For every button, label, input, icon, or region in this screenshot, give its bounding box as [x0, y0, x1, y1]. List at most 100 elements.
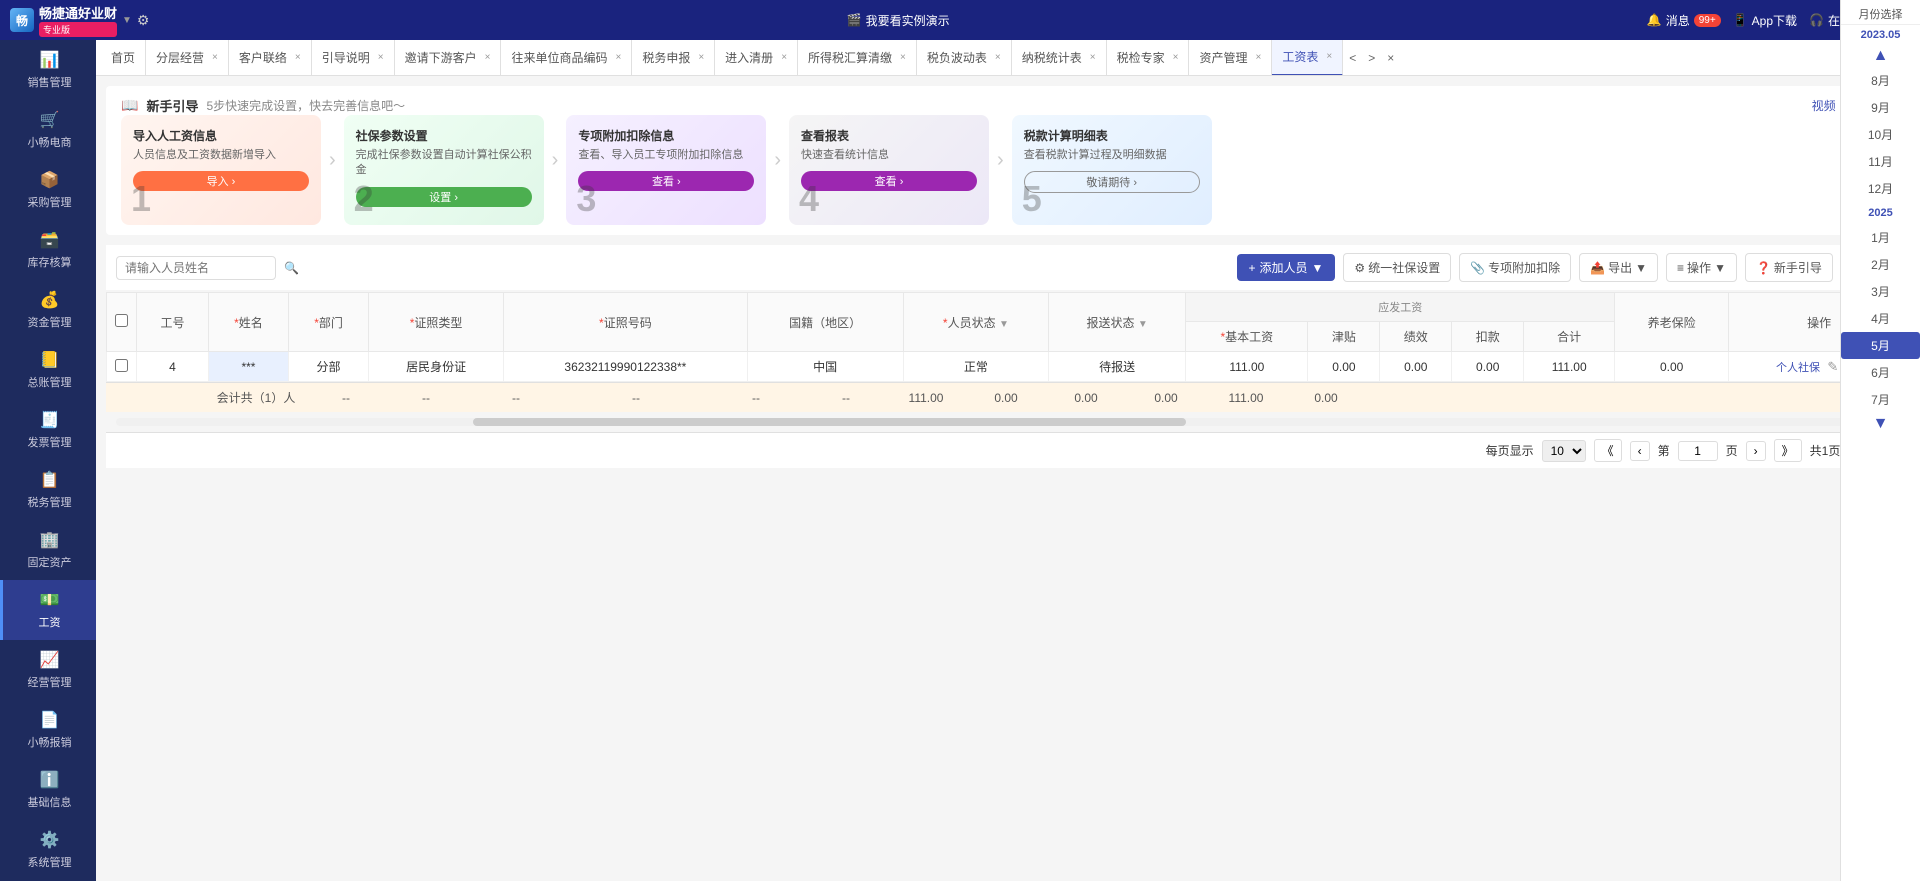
month-nav-down[interactable]: ▼ — [1871, 413, 1891, 435]
message-button[interactable]: 🔔 消息 99+ — [1647, 12, 1721, 29]
month-item-4[interactable]: 4月 — [1841, 305, 1920, 332]
tab-close-guide[interactable]: × — [378, 52, 384, 63]
tab-tax-report[interactable]: 税务申报 × — [632, 40, 715, 76]
tab-close-invite[interactable]: × — [485, 52, 491, 63]
month-item-6[interactable]: 6月 — [1841, 359, 1920, 386]
download-icon: 📱 — [1733, 13, 1748, 27]
wizard-card-3-btn[interactable]: 查看 › — [578, 171, 754, 191]
sidebar-item-system[interactable]: ⚙️ 系统管理 — [0, 820, 96, 880]
tab-close-salary-table[interactable]: × — [1326, 51, 1332, 62]
tab-close-all[interactable]: × — [1381, 51, 1400, 65]
wizard-card-2-btn[interactable]: 设置 › — [356, 187, 532, 207]
tab-close-clearance[interactable]: × — [781, 52, 787, 63]
month-item-3[interactable]: 3月 — [1841, 278, 1920, 305]
tab-product-code[interactable]: 往来单位商品编码 × — [501, 40, 632, 76]
tab-invite[interactable]: 邀请下游客户 × — [395, 40, 502, 76]
tab-close-asset-mgmt[interactable]: × — [1255, 52, 1261, 63]
next-page-btn[interactable]: › — [1746, 441, 1766, 461]
add-person-button[interactable]: + 添加人员 ▼ — [1237, 254, 1336, 281]
search-icon[interactable]: 🔍 — [284, 261, 299, 275]
guide-video-link[interactable]: 视频 — [1812, 97, 1836, 114]
sidebar-item-sales-report[interactable]: 📄 小畅报销 — [0, 700, 96, 760]
tab-guide-desc[interactable]: 引导说明 × — [312, 40, 395, 76]
tab-close-tax-expert[interactable]: × — [1173, 52, 1179, 63]
sidebar-item-inventory[interactable]: 🗃️ 库存核算 — [0, 220, 96, 280]
td-nationality: 中国 — [747, 352, 903, 382]
per-page-select[interactable]: 10 20 50 — [1542, 440, 1586, 462]
ecommerce-icon: 🛒 — [40, 110, 60, 130]
tab-tax-stat[interactable]: 纳税统计表 × — [1012, 40, 1107, 76]
th-group-salary: 应发工资 — [1186, 293, 1615, 322]
row-checkbox[interactable] — [115, 359, 128, 372]
tab-close-income-tax[interactable]: × — [900, 52, 906, 63]
sidebar-item-ecommerce[interactable]: 🛒 小畅电商 — [0, 100, 96, 160]
sidebar-item-basic[interactable]: ℹ️ 基础信息 — [0, 760, 96, 820]
app-download-button[interactable]: 📱 App下载 — [1733, 12, 1797, 29]
month-item-8[interactable]: 8月 — [1841, 76, 1920, 94]
sidebar-item-purchase[interactable]: 📦 采购管理 — [0, 160, 96, 220]
tab-salary-table[interactable]: 工资表 × — [1272, 40, 1343, 76]
settings-icon[interactable]: ⚙ — [137, 12, 150, 29]
demo-button[interactable]: 🎬 我要看实例演示 — [847, 12, 950, 29]
horizontal-scrollbar[interactable] — [116, 418, 1900, 426]
prev-page-btn[interactable]: ‹ — [1630, 441, 1650, 461]
settings-btn[interactable]: ⚙ 统一社保设置 — [1343, 253, 1451, 282]
export-btn[interactable]: 📤 导出 ▼ — [1579, 253, 1658, 282]
month-item-2[interactable]: 2月 — [1841, 251, 1920, 278]
tab-asset-mgmt[interactable]: 资产管理 × — [1189, 40, 1272, 76]
th-nationality: 国籍（地区） — [747, 293, 903, 352]
tab-nav-prev[interactable]: < — [1343, 51, 1362, 65]
last-page-btn[interactable]: 》 — [1774, 439, 1802, 462]
wizard-card-1-btn[interactable]: 导入 › — [133, 171, 309, 191]
month-item-5[interactable]: 5月 — [1841, 332, 1920, 359]
tab-tax-expert[interactable]: 税检专家 × — [1107, 40, 1190, 76]
sidebar-item-sales[interactable]: 📊 销售管理 — [0, 40, 96, 100]
tab-clearance[interactable]: 进入清册 × — [715, 40, 798, 76]
tab-home[interactable]: 首页 — [101, 40, 146, 76]
month-item-10[interactable]: 10月 — [1841, 121, 1920, 148]
tab-fenceng[interactable]: 分层经营 × — [146, 40, 229, 76]
tab-tax-burden[interactable]: 税负波动表 × — [917, 40, 1012, 76]
select-all-checkbox[interactable] — [115, 314, 128, 327]
tab-income-tax[interactable]: 所得税汇算清缴 × — [798, 40, 917, 76]
month-item-1[interactable]: 1月 — [1841, 224, 1920, 251]
tab-close-tax-burden[interactable]: × — [995, 52, 1001, 63]
tab-close-tax-report[interactable]: × — [698, 52, 704, 63]
td-base-salary: 111.00 — [1186, 352, 1308, 382]
month-item-11[interactable]: 11月 — [1841, 148, 1920, 175]
month-item-12[interactable]: 12月 — [1841, 175, 1920, 202]
operations-btn[interactable]: ≡ 操作 ▼ — [1666, 253, 1737, 282]
month-item-7[interactable]: 7月 — [1841, 386, 1920, 413]
month-year-2025: 2025 — [1841, 202, 1920, 224]
th-checkbox — [107, 293, 137, 352]
tab-close-product-code[interactable]: × — [615, 52, 621, 63]
sidebar-item-operations[interactable]: 📈 经营管理 — [0, 640, 96, 700]
tab-nav-next[interactable]: > — [1362, 51, 1381, 65]
sidebar-item-finance[interactable]: 💰 资金管理 — [0, 280, 96, 340]
table-toolbar: 🔍 + 添加人员 ▼ ⚙ 统一社保设置 📎 — [106, 245, 1910, 290]
month-item-9[interactable]: 9月 — [1841, 94, 1920, 121]
guide-btn[interactable]: ❓ 新手引导 — [1745, 253, 1833, 282]
sidebar-item-assets[interactable]: 🏢 固定资产 — [0, 520, 96, 580]
wizard-card-4-btn[interactable]: 查看 › — [801, 171, 977, 191]
special-deduction-btn[interactable]: 📎 专项附加扣除 — [1459, 253, 1571, 282]
scrollbar-thumb[interactable] — [473, 418, 1187, 426]
tab-customer[interactable]: 客户联络 × — [229, 40, 312, 76]
op-social-insurance-link[interactable]: 个人社保 — [1776, 362, 1820, 374]
current-page-input[interactable] — [1678, 441, 1718, 461]
export-icon: 📤 — [1590, 261, 1605, 275]
search-input[interactable] — [116, 256, 276, 280]
main-content: 📖 新手引导 5步快速完成设置，快去完善信息吧～ 视频 | 帮助 × — [96, 76, 1920, 881]
logo-dropdown-arrow[interactable]: ▼ — [122, 15, 132, 26]
tab-close-fenceng[interactable]: × — [212, 52, 218, 63]
first-page-btn[interactable]: 《 — [1594, 439, 1622, 462]
wizard-card-5-btn[interactable]: 敬请期待 › — [1024, 171, 1200, 193]
sidebar-item-ledger[interactable]: 📒 总账管理 — [0, 340, 96, 400]
tab-close-customer[interactable]: × — [295, 52, 301, 63]
wizard-card-3: 专项附加扣除信息 查看、导入员工专项附加扣除信息 查看 › 3 — [566, 115, 766, 225]
sidebar-item-salary[interactable]: 💵 工资 — [0, 580, 96, 640]
sidebar-item-tax[interactable]: 📋 税务管理 — [0, 460, 96, 520]
tab-close-tax-stat[interactable]: × — [1090, 52, 1096, 63]
op-edit-icon[interactable]: ✎ — [1827, 359, 1838, 374]
sidebar-item-invoice[interactable]: 🧾 发票管理 — [0, 400, 96, 460]
